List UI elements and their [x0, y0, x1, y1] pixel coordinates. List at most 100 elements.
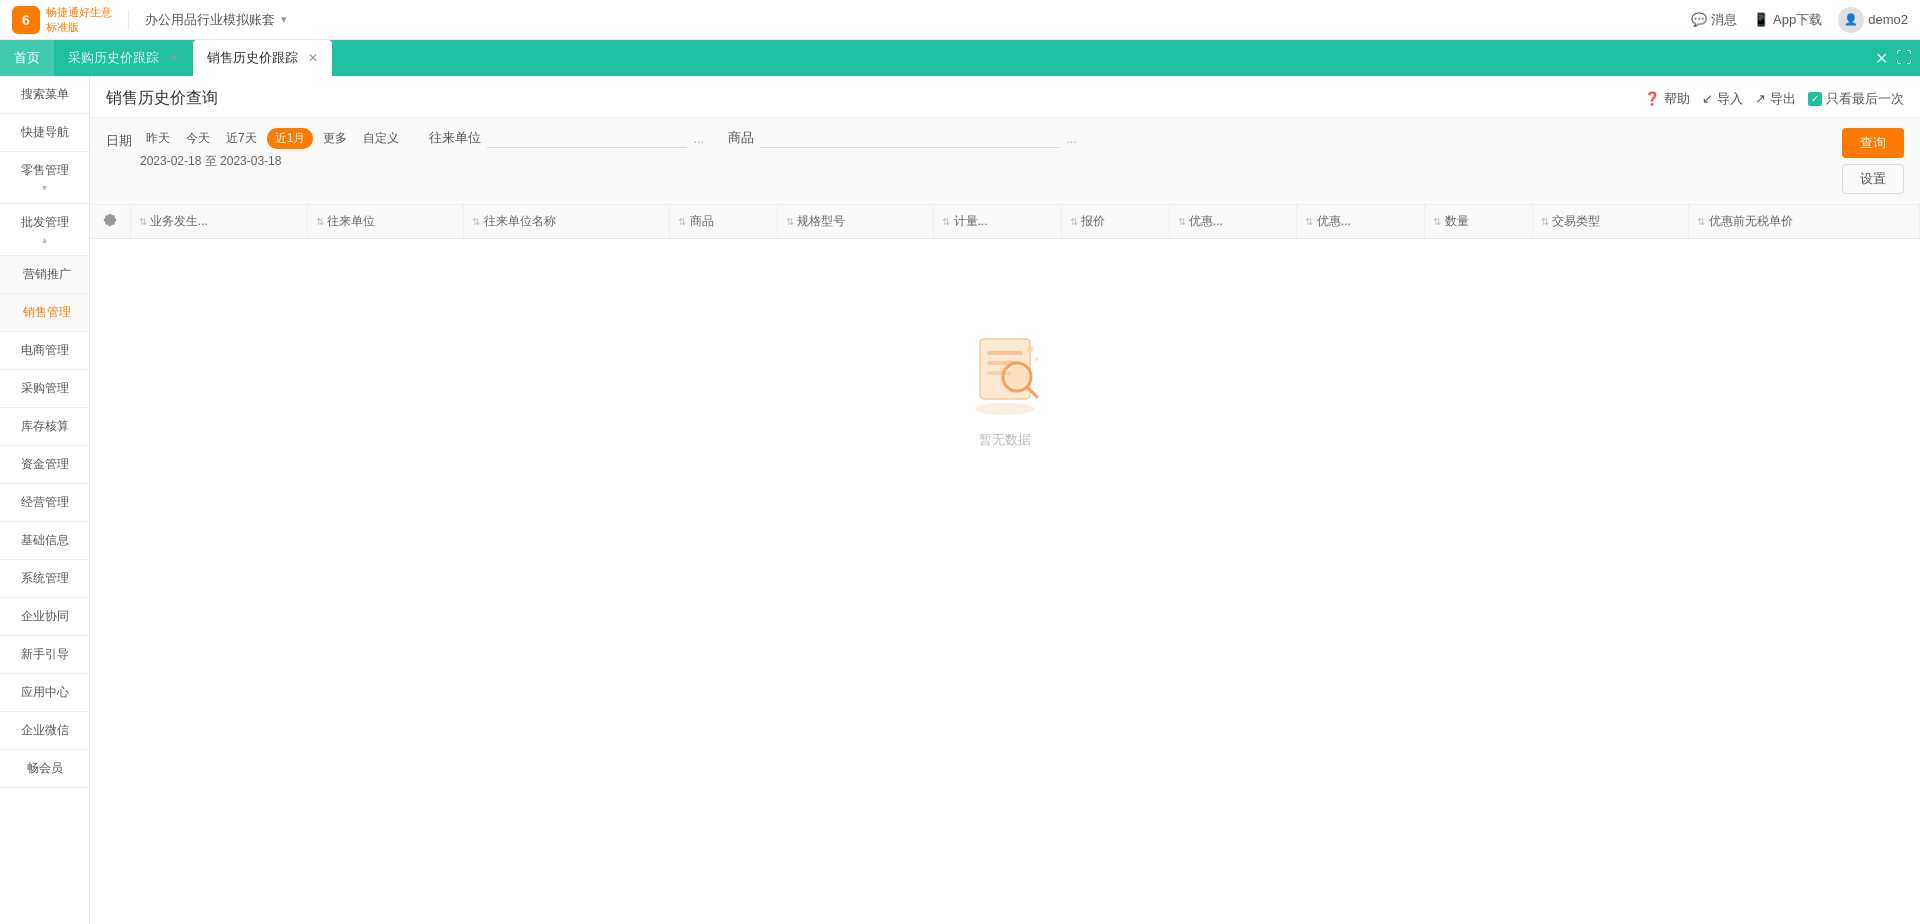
export-icon: ↗ [1755, 91, 1766, 106]
sidebar-item-search-menu[interactable]: 搜索菜单 [0, 76, 89, 114]
tab-sales-history[interactable]: 销售历史价跟踪 ✕ [193, 40, 332, 76]
sidebar-item-beginner-guide[interactable]: 新手引导 [0, 636, 89, 674]
col-quote[interactable]: ⇅ 报价 [1062, 205, 1169, 239]
sidebar-item-ecommerce-mgmt[interactable]: 电商管理 [0, 332, 89, 370]
partner-filter-group: 往来单位 ... [429, 128, 704, 148]
app-download-button[interactable]: 📱 App下载 [1753, 11, 1822, 29]
sort-arrows: ⇅ [678, 216, 686, 227]
help-button[interactable]: ❓ 帮助 [1644, 90, 1690, 108]
only-last-checkbox-label[interactable]: ✓ 只看最后一次 [1808, 90, 1904, 108]
filter-area: 日期 昨天 今天 近7天 近1月 更多 自定义 2023-02-18 至 202… [90, 118, 1920, 205]
col-discount2[interactable]: ⇅ 优惠... [1297, 205, 1425, 239]
logo-text: 畅捷通好生意 标准版 [46, 5, 112, 34]
help-icon: ❓ [1644, 91, 1660, 106]
sort-arrows: ⇅ [1541, 216, 1549, 227]
export-button[interactable]: ↗ 导出 [1755, 90, 1796, 108]
sidebar-item-app-center[interactable]: 应用中心 [0, 674, 89, 712]
sidebar-item-purchase-mgmt[interactable]: 采购管理 [0, 370, 89, 408]
date-btn-yesterday[interactable]: 昨天 [140, 128, 176, 149]
empty-state: 暂无数据 [90, 239, 1920, 529]
col-discount1[interactable]: ⇅ 优惠... [1169, 205, 1297, 239]
sort-arrows: ⇅ [786, 216, 794, 227]
top-bar-left: 6 畅捷通好生意 标准版 办公用品行业模拟账套 ▾ [12, 5, 287, 34]
product-dots[interactable]: ... [1066, 131, 1077, 146]
page-title: 销售历史价查询 [106, 88, 218, 109]
sort-arrows: ⇅ [472, 216, 480, 227]
date-btn-more[interactable]: 更多 [317, 128, 353, 149]
close-all-tabs-icon[interactable]: ✕ [1875, 49, 1888, 68]
col-business-date[interactable]: ⇅ 业务发生... [130, 205, 307, 239]
date-range-display: 2023-02-18 至 2023-03-18 [140, 153, 405, 170]
sidebar-item-wholesale-mgmt[interactable]: 批发管理 ▴ [0, 204, 89, 256]
product-label: 商品 [728, 129, 754, 147]
sidebar-item-quick-nav[interactable]: 快捷导航 [0, 114, 89, 152]
filter-dates: 昨天 今天 近7天 近1月 更多 自定义 2023-02-18 至 2023-0… [140, 128, 405, 170]
tab-bar-end: ✕ ⛶ [1875, 49, 1920, 68]
sidebar-item-sales-mgmt[interactable]: 销售管理 [0, 294, 89, 332]
page-header: 销售历史价查询 ❓ 帮助 ↙ 导入 ↗ 导出 ✓ [90, 76, 1920, 118]
app-title-dropdown-icon[interactable]: ▾ [281, 13, 287, 26]
sort-arrows: ⇅ [1178, 216, 1186, 227]
sort-arrows: ⇅ [1433, 216, 1441, 227]
wholesale-mgmt-arrow: ▴ [42, 234, 47, 245]
sidebar-item-operations-mgmt[interactable]: 经营管理 [0, 484, 89, 522]
sidebar-item-system-mgmt[interactable]: 系统管理 [0, 560, 89, 598]
sidebar-item-basic-info[interactable]: 基础信息 [0, 522, 89, 560]
app-title: 办公用品行业模拟账套 [145, 11, 275, 29]
tab-purchase-history[interactable]: 采购历史价跟踪 ✕ [54, 40, 193, 76]
date-btn-7days[interactable]: 近7天 [220, 128, 263, 149]
settings-button[interactable]: 设置 [1842, 164, 1904, 194]
date-btn-today[interactable]: 今天 [180, 128, 216, 149]
col-partner-name[interactable]: ⇅ 往来单位名称 [464, 205, 670, 239]
sort-arrows: ⇅ [1070, 216, 1078, 227]
logo-icon: 6 [12, 6, 40, 34]
close-sales-history-tab[interactable]: ✕ [308, 51, 318, 65]
col-spec[interactable]: ⇅ 规格型号 [777, 205, 934, 239]
app-title-area[interactable]: 办公用品行业模拟账套 ▾ [145, 11, 287, 29]
col-quantity[interactable]: ⇅ 数量 [1425, 205, 1532, 239]
sidebar-item-marketing[interactable]: 营销推广 [0, 256, 89, 294]
data-table: ⇅ 业务发生... ⇅ 往来单位 ⇅ 往来单位名称 [90, 205, 1920, 239]
partner-input[interactable] [487, 128, 687, 148]
import-icon: ↙ [1702, 91, 1713, 106]
sort-arrows: ⇅ [1305, 216, 1313, 227]
svg-rect-2 [987, 351, 1023, 355]
maximize-icon[interactable]: ⛶ [1896, 49, 1912, 67]
import-button[interactable]: ↙ 导入 [1702, 90, 1743, 108]
col-unit[interactable]: ⇅ 计量... [934, 205, 1062, 239]
date-btn-1month[interactable]: 近1月 [267, 128, 314, 149]
sort-arrows: ⇅ [942, 216, 950, 227]
sidebar-item-inventory[interactable]: 库存核算 [0, 408, 89, 446]
svg-point-9 [1035, 357, 1039, 361]
only-last-checkbox[interactable]: ✓ [1808, 92, 1822, 106]
sidebar: 搜索菜单 快捷导航 零售管理 ▾ 批发管理 ▴ 营销推广 销售管理 电商管理 采… [0, 76, 90, 924]
user-menu[interactable]: 👤 demo2 [1838, 7, 1908, 33]
col-partner-code[interactable]: ⇅ 往来单位 [307, 205, 464, 239]
col-settings[interactable] [90, 205, 130, 239]
sidebar-item-enterprise-wechat[interactable]: 企业微信 [0, 712, 89, 750]
app-download-icon: 📱 [1753, 12, 1769, 27]
sidebar-item-finance-mgmt[interactable]: 资金管理 [0, 446, 89, 484]
page-header-actions: ❓ 帮助 ↙ 导入 ↗ 导出 ✓ 只看最后一次 [1644, 90, 1904, 108]
message-icon: 💬 [1691, 12, 1707, 27]
content-area: 销售历史价查询 ❓ 帮助 ↙ 导入 ↗ 导出 ✓ [90, 76, 1920, 924]
col-product[interactable]: ⇅ 商品 [670, 205, 777, 239]
col-trade-type[interactable]: ⇅ 交易类型 [1532, 205, 1689, 239]
product-filter-group: 商品 ... [728, 128, 1077, 148]
svg-point-6 [1007, 367, 1027, 387]
product-input[interactable] [760, 128, 1060, 148]
main-layout: 搜索菜单 快捷导航 零售管理 ▾ 批发管理 ▴ 营销推广 销售管理 电商管理 采… [0, 76, 1920, 924]
col-pre-discount-price[interactable]: ⇅ 优惠前无税单价 [1689, 205, 1920, 239]
date-filter-label: 日期 [106, 128, 132, 150]
sidebar-item-enterprise-collab[interactable]: 企业协同 [0, 598, 89, 636]
tab-bar: 首页 采购历史价跟踪 ✕ 销售历史价跟踪 ✕ ✕ ⛶ [0, 40, 1920, 76]
query-button[interactable]: 查询 [1842, 128, 1904, 158]
tab-home[interactable]: 首页 [0, 40, 54, 76]
sidebar-item-retail-mgmt[interactable]: 零售管理 ▾ [0, 152, 89, 204]
message-button[interactable]: 💬 消息 [1691, 11, 1737, 29]
close-purchase-history-tab[interactable]: ✕ [169, 51, 179, 65]
sidebar-item-member[interactable]: 畅会员 [0, 750, 89, 788]
date-btn-custom[interactable]: 自定义 [357, 128, 405, 149]
filter-buttons: 查询 设置 [1842, 128, 1904, 194]
partner-dots[interactable]: ... [693, 131, 704, 146]
